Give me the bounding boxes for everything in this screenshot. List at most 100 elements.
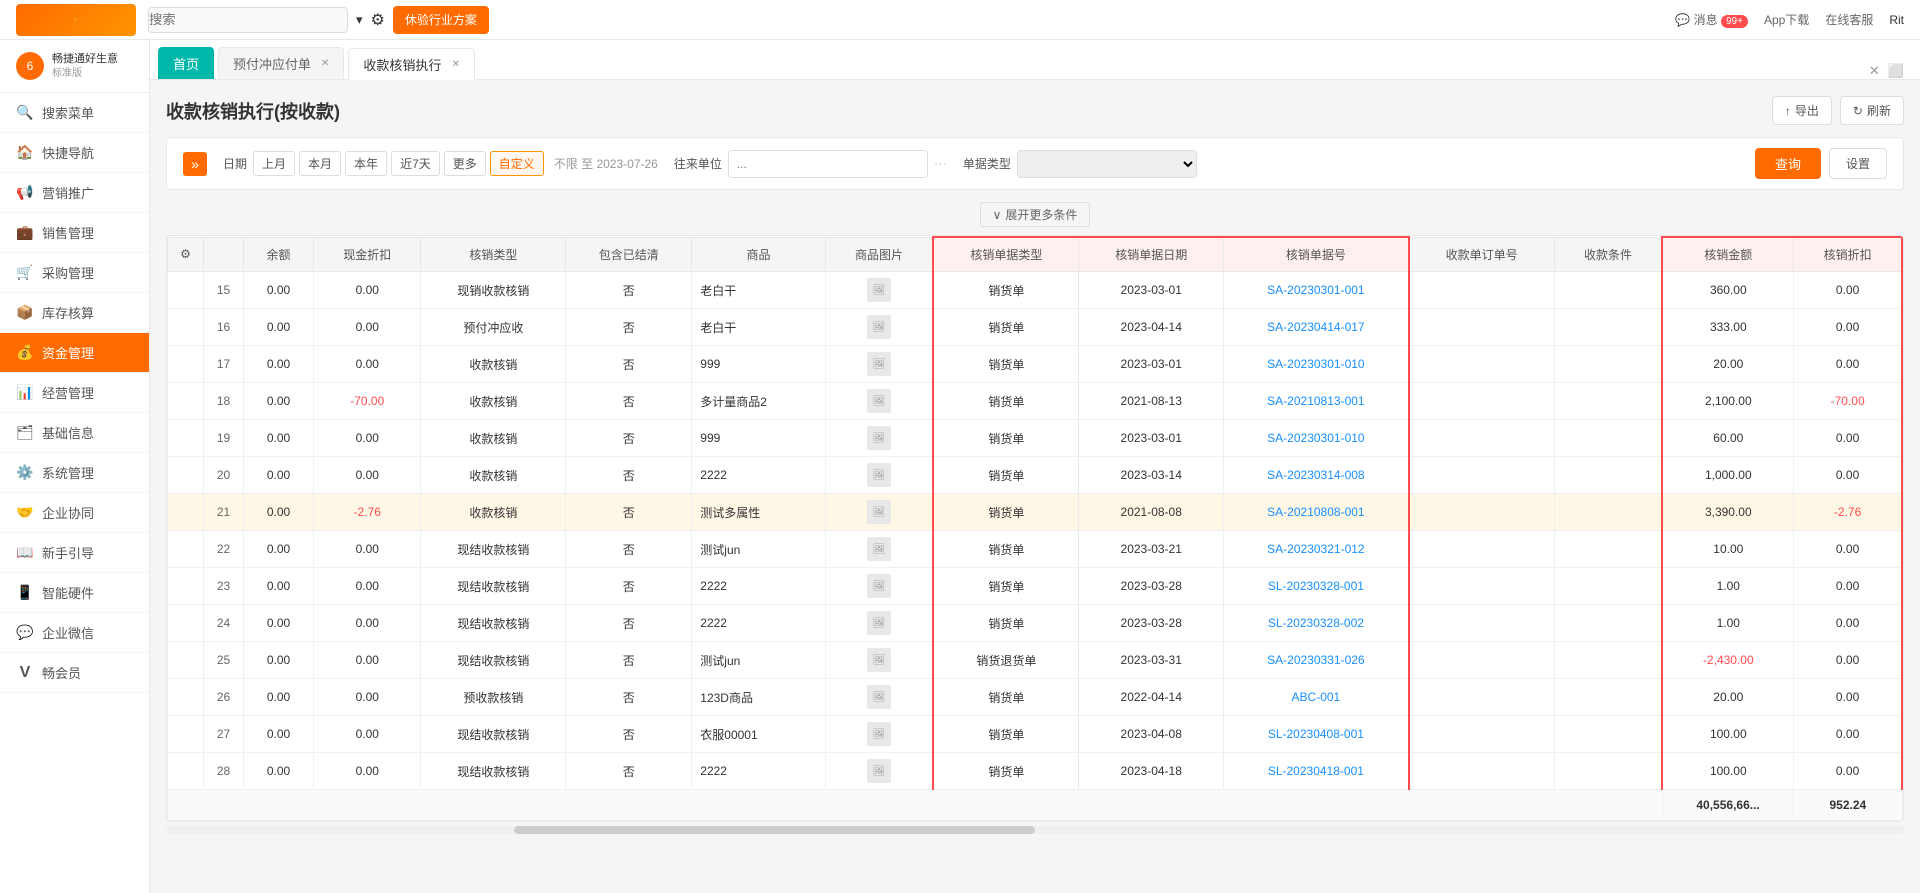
- message-icon[interactable]: 💬 消息 99+: [1675, 11, 1748, 28]
- td-bill-no[interactable]: SA-20230314-008: [1224, 457, 1409, 494]
- td-included: 否: [566, 679, 692, 716]
- industry-solution-btn[interactable]: 休验行业方案: [393, 6, 489, 34]
- td-bill-no[interactable]: SA-20230321-012: [1224, 531, 1409, 568]
- th-product-img: 商品图片: [825, 237, 933, 272]
- app-download-link[interactable]: App下载: [1764, 11, 1809, 28]
- bill-no-link[interactable]: SA-20230301-001: [1267, 283, 1364, 297]
- query-btn[interactable]: 查询: [1755, 148, 1821, 179]
- td-bill-no[interactable]: SA-20230301-010: [1224, 420, 1409, 457]
- date-option-this-month[interactable]: 本月: [299, 151, 341, 176]
- sidebar-item-biz[interactable]: 📊 经营管理: [0, 373, 149, 413]
- tab-collection-close[interactable]: ✕: [451, 59, 459, 70]
- top-search-input[interactable]: [148, 7, 348, 33]
- date-option-custom[interactable]: 自定义: [490, 151, 544, 176]
- date-option-this-year[interactable]: 本年: [345, 151, 387, 176]
- td-balance: 0.00: [244, 605, 314, 642]
- th-bill-date: 核销单据日期: [1079, 237, 1224, 272]
- bill-no-link[interactable]: SA-20230314-008: [1267, 468, 1364, 482]
- refresh-btn[interactable]: ↻ 刷新: [1840, 96, 1904, 125]
- td-bill-no[interactable]: SA-20230301-010: [1224, 346, 1409, 383]
- bill-no-link[interactable]: SL-20230418-001: [1268, 764, 1364, 778]
- sidebar-item-search-menu[interactable]: 🔍 搜索菜单: [0, 93, 149, 133]
- td-write-off-type: 现结收款核销: [421, 642, 566, 679]
- td-bill-no[interactable]: SL-20230408-001: [1224, 716, 1409, 753]
- bill-no-link[interactable]: SA-20230301-010: [1267, 357, 1364, 371]
- td-bill-no[interactable]: SA-20230414-017: [1224, 309, 1409, 346]
- tab-prepay-close[interactable]: ✕: [321, 58, 329, 69]
- settings-btn[interactable]: 设置: [1829, 148, 1887, 179]
- table-row: 26 0.00 0.00 预收款核销 否 123D商品 🖼 销货单 2022-0…: [168, 679, 1903, 716]
- sidebar-item-enterprise[interactable]: 🤝 企业协同: [0, 493, 149, 533]
- td-bill-type: 销货退货单: [933, 642, 1079, 679]
- td-product-img: 🖼: [825, 605, 933, 642]
- date-options: 上月 本月 本年 近7天 更多 自定义: [253, 151, 544, 176]
- export-btn[interactable]: ↑ 导出: [1772, 96, 1832, 125]
- bill-no-link[interactable]: SL-20230408-001: [1268, 727, 1364, 741]
- td-bill-type: 销货单: [933, 531, 1079, 568]
- bill-no-link[interactable]: SA-20230301-010: [1267, 431, 1364, 445]
- td-bill-date: 2023-03-01: [1079, 420, 1224, 457]
- sidebar-item-base[interactable]: 🗂 基础信息: [0, 413, 149, 453]
- sidebar-item-smart-hw[interactable]: 📱 智能硬件: [0, 573, 149, 613]
- sidebar-label: 资金管理: [42, 343, 94, 362]
- horizontal-scrollbar[interactable]: [166, 826, 1904, 834]
- td-cash-discount: 0.00: [314, 531, 421, 568]
- sidebar-item-inventory[interactable]: 📦 库存核算: [0, 293, 149, 333]
- bill-no-link[interactable]: SL-20230328-001: [1268, 579, 1364, 593]
- sidebar-item-quick-nav[interactable]: 🏠 快捷导航: [0, 133, 149, 173]
- sidebar-item-purchase[interactable]: 🛒 采购管理: [0, 253, 149, 293]
- td-balance: 0.00: [244, 716, 314, 753]
- td-write-off-type: 现结收款核销: [421, 531, 566, 568]
- bill-no-link[interactable]: SL-20230328-002: [1268, 616, 1364, 630]
- tab-prepay[interactable]: 预付冲应付单 ✕: [218, 47, 344, 79]
- bill-no-link[interactable]: SA-20210813-001: [1267, 394, 1364, 408]
- date-option-7days[interactable]: 近7天: [391, 151, 440, 176]
- tab-home[interactable]: 首页: [158, 47, 214, 79]
- date-option-more[interactable]: 更多: [444, 151, 486, 176]
- sidebar-item-marketing[interactable]: 📢 营销推广: [0, 173, 149, 213]
- sidebar-item-newbie[interactable]: 📖 新手引导: [0, 533, 149, 573]
- window-close-icon[interactable]: ✕: [1869, 63, 1880, 79]
- expand-more-btn[interactable]: ∨ 展开更多条件: [980, 202, 1091, 227]
- td-bill-date: 2023-03-01: [1079, 346, 1224, 383]
- online-service-link[interactable]: 在线客服: [1825, 11, 1873, 28]
- bill-no-link[interactable]: SA-20230321-012: [1267, 542, 1364, 556]
- td-product-img: 🖼: [825, 531, 933, 568]
- date-label: 日期: [223, 155, 247, 172]
- td-bill-no[interactable]: SL-20230328-002: [1224, 605, 1409, 642]
- sidebar-item-system[interactable]: ⚙️ 系统管理: [0, 453, 149, 493]
- td-amount: 60.00: [1662, 420, 1793, 457]
- sidebar-item-sales[interactable]: 💼 销售管理: [0, 213, 149, 253]
- sidebar-item-vip[interactable]: V 畅会员: [0, 653, 149, 693]
- td-bill-type: 销货单: [933, 494, 1079, 531]
- td-gear: [168, 457, 204, 494]
- footer-total-amount: 40,556,66...: [1662, 790, 1793, 821]
- sidebar-item-finance[interactable]: 💰 资金管理: [0, 333, 149, 373]
- bill-type-select[interactable]: [1017, 150, 1197, 178]
- td-bill-no[interactable]: SL-20230328-001: [1224, 568, 1409, 605]
- window-maximize-icon[interactable]: ⬜: [1888, 63, 1904, 79]
- from-unit-input[interactable]: [728, 150, 928, 178]
- bill-no-link[interactable]: SA-20210808-001: [1267, 505, 1364, 519]
- logo-icon: 🔸: [69, 13, 83, 26]
- tab-collection[interactable]: 收款核销执行 ✕: [348, 48, 474, 80]
- td-collection-order: [1409, 605, 1555, 642]
- bill-no-link[interactable]: SA-20230414-017: [1267, 320, 1364, 334]
- td-bill-no[interactable]: SA-20230331-026: [1224, 642, 1409, 679]
- sidebar-label: 经营管理: [42, 383, 94, 402]
- sidebar-item-wechat[interactable]: 💬 企业微信: [0, 613, 149, 653]
- gear-icon[interactable]: ⚙: [371, 10, 385, 30]
- td-bill-no[interactable]: SL-20230418-001: [1224, 753, 1409, 790]
- td-amount: 2,100.00: [1662, 383, 1793, 420]
- td-bill-no[interactable]: ABC-001: [1224, 679, 1409, 716]
- bill-no-link[interactable]: SA-20230331-026: [1267, 653, 1364, 667]
- td-bill-no[interactable]: SA-20230301-001: [1224, 272, 1409, 309]
- date-option-last-month[interactable]: 上月: [253, 151, 295, 176]
- sidebar: 6 畅捷通好生意 标准版 🔍 搜索菜单 🏠 快捷导航 📢 营销推广 💼 销售管理…: [0, 40, 150, 893]
- td-bill-no[interactable]: SA-20210808-001: [1224, 494, 1409, 531]
- td-bill-no[interactable]: SA-20210813-001: [1224, 383, 1409, 420]
- base-icon: 🗂: [16, 424, 34, 442]
- filter-expand-btn[interactable]: »: [183, 152, 207, 176]
- td-included: 否: [566, 346, 692, 383]
- bill-no-link[interactable]: ABC-001: [1292, 690, 1341, 704]
